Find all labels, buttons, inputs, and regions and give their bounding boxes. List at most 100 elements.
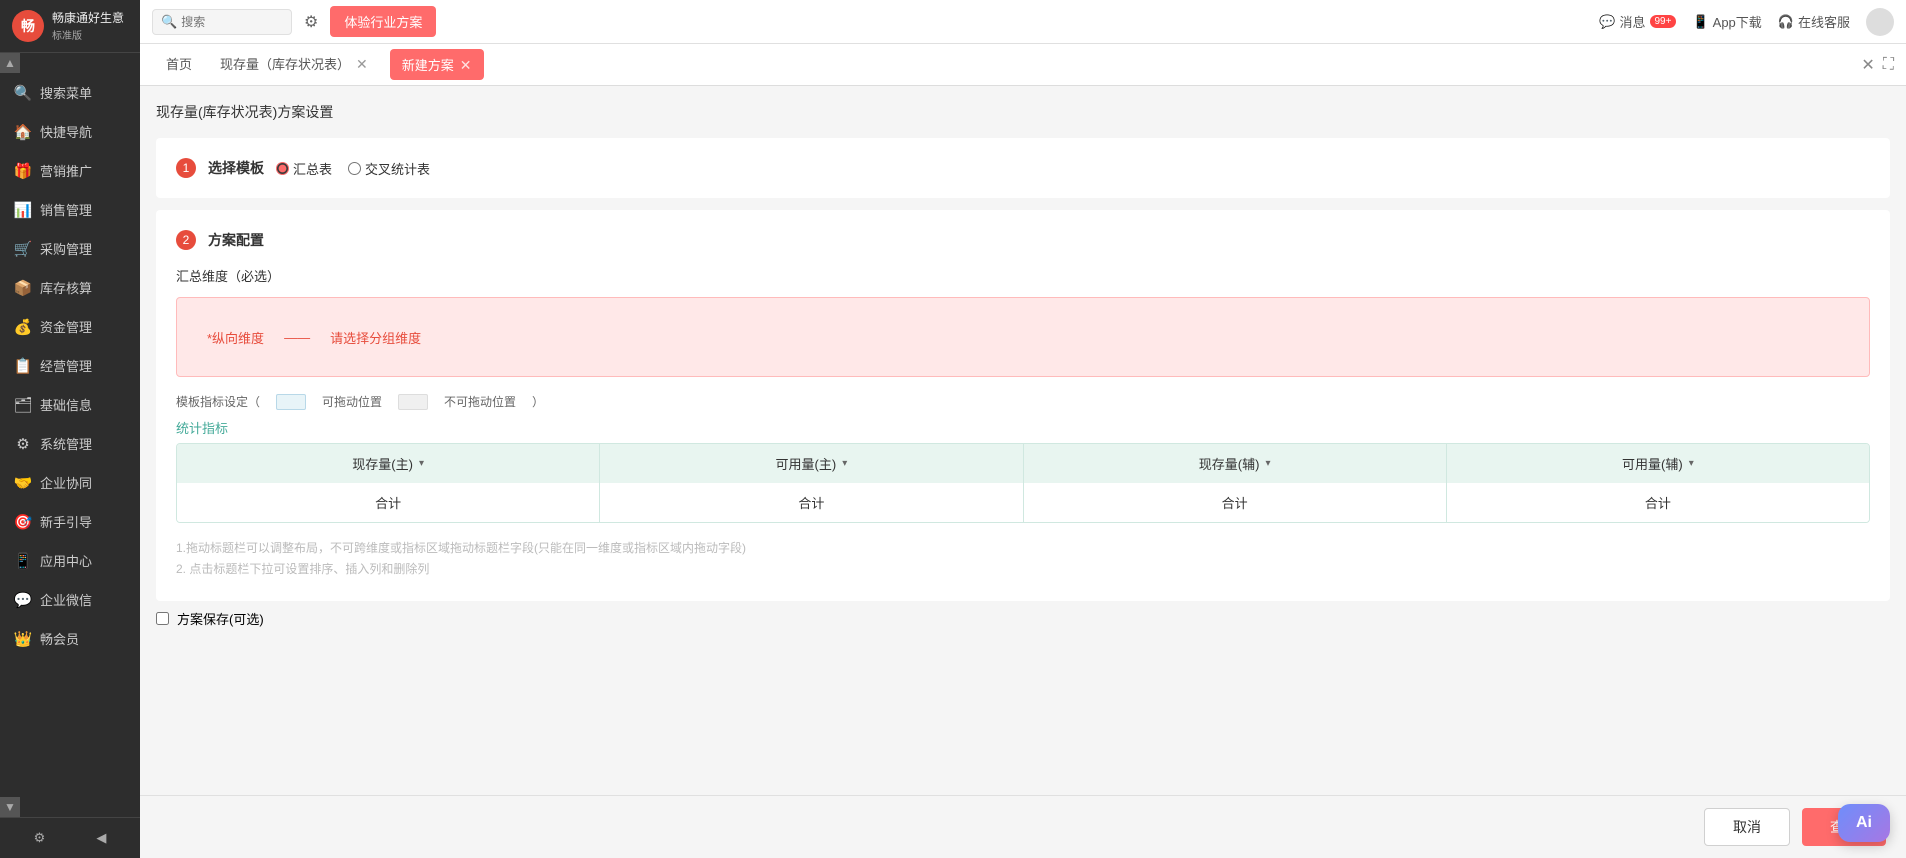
sidebar-item-member[interactable]: 👑 畅会员 <box>0 619 140 658</box>
hints-section: 1.拖动标题栏可以调整布局，不可跨维度或指标区域拖动标题栏字段(只能在同一维度或… <box>176 539 1870 577</box>
step2-number: 2 <box>176 230 196 250</box>
tab-new-plan[interactable]: 新建方案 ✕ <box>390 49 484 80</box>
user-avatar[interactable] <box>1866 8 1894 36</box>
stats-table: 现存量(主) ▾ 可用量(主) ▾ 现存量(辅) ▾ 可用量(辅) ▾ <box>176 443 1870 523</box>
col-header-available-main[interactable]: 可用量(主) ▾ <box>600 444 1023 483</box>
sales-icon: 📊 <box>14 201 32 219</box>
col-header-current-main[interactable]: 现存量(主) ▾ <box>177 444 600 483</box>
chevron-down-icon: ▾ <box>842 458 847 469</box>
save-scheme-label: 方案保存(可选) <box>177 609 264 628</box>
sidebar-item-finance[interactable]: 💰 资金管理 <box>0 307 140 346</box>
search-input[interactable] <box>181 15 281 29</box>
hint-2: 2. 点击标题栏下拉可设置排序、插入列和删除列 <box>176 560 1870 577</box>
app-logo-icon: 畅 <box>12 10 44 42</box>
save-scheme-row: 方案保存(可选) <box>156 609 1890 628</box>
message-badge[interactable]: 💬 消息 99+ <box>1599 12 1676 31</box>
radio-summary-input[interactable] <box>276 162 289 175</box>
step1-row: 1 选择模板 汇总表 交叉统计表 <box>176 158 1870 178</box>
sidebar-item-search[interactable]: 🔍 搜索菜单 <box>0 73 140 112</box>
sidebar-item-wechat[interactable]: 💬 企业微信 <box>0 580 140 619</box>
save-scheme-checkbox[interactable] <box>156 612 169 625</box>
chevron-down-icon: ▾ <box>1689 458 1694 469</box>
settings-bottom-btn[interactable]: ⚙ <box>26 826 54 850</box>
search-icon: 🔍 <box>14 84 32 102</box>
tab-home[interactable]: 首页 <box>152 44 206 85</box>
sidebar-nav: 🔍 搜索菜单 🏠 快捷导航 🎁 营销推广 📊 销售管理 🛒 采购管理 📦 库存核… <box>0 73 140 797</box>
chevron-down-icon: ▾ <box>1265 458 1270 469</box>
stats-table-header: 现存量(主) ▾ 可用量(主) ▾ 现存量(辅) ▾ 可用量(辅) ▾ <box>177 444 1869 483</box>
download-icon: 📱 <box>1692 14 1708 30</box>
sidebar-item-sales[interactable]: 📊 销售管理 <box>0 190 140 229</box>
step2-card: 2 方案配置 汇总维度（必选） *纵向维度 —— 请选择分组维度 模板指标设定（… <box>156 210 1890 601</box>
chevron-down-icon: ▾ <box>419 458 424 469</box>
not-draggable-legend-box <box>398 394 428 410</box>
dim-dash: —— <box>284 330 310 345</box>
topbar-left: 🔍 ⚙ 体验行业方案 <box>152 6 436 37</box>
sidebar-item-shortcuts[interactable]: 🏠 快捷导航 <box>0 112 140 151</box>
app-name: 畅康通好生意 <box>52 10 124 27</box>
page-title: 现存量(库存状况表)方案设置 <box>156 102 1890 122</box>
col-header-current-aux[interactable]: 现存量(辅) ▾ <box>1024 444 1447 483</box>
sidebar-item-basic[interactable]: 🗂 基础信息 <box>0 385 140 424</box>
stats-section-title: 统计指标 <box>176 418 1870 437</box>
sidebar: 畅 畅康通好生意 标准版 ▲ 🔍 搜索菜单 🏠 快捷导航 🎁 营销推广 📊 销售… <box>0 0 140 858</box>
cancel-button[interactable]: 取消 <box>1704 808 1790 846</box>
ai-float-button[interactable]: Ai <box>1838 804 1890 842</box>
sidebar-item-operations[interactable]: 📋 经营管理 <box>0 346 140 385</box>
operations-icon: 📋 <box>14 357 32 375</box>
app-download-link[interactable]: 📱 App下载 <box>1692 12 1761 31</box>
dimension-box[interactable]: *纵向维度 —— 请选择分组维度 <box>176 297 1870 377</box>
col-body-current-main: 合计 <box>177 483 600 522</box>
draggable-label: 可拖动位置 <box>322 393 382 410</box>
draggable-legend-box <box>276 394 306 410</box>
member-icon: 👑 <box>14 630 32 648</box>
col-body-available-aux: 合计 <box>1447 483 1869 522</box>
radio-summary[interactable]: 汇总表 <box>276 159 332 178</box>
sidebar-item-inventory[interactable]: 📦 库存核算 <box>0 268 140 307</box>
legend-close: ） <box>532 393 544 410</box>
hint-1: 1.拖动标题栏可以调整布局，不可跨维度或指标区域拖动标题栏字段(只能在同一维度或… <box>176 539 1870 556</box>
sidebar-item-cooperation[interactable]: 🤝 企业协同 <box>0 463 140 502</box>
message-icon: 💬 <box>1599 14 1615 30</box>
step2-title: 方案配置 <box>208 230 264 250</box>
gift-icon: 🎁 <box>14 162 32 180</box>
online-service-link[interactable]: 🎧 在线客服 <box>1778 12 1850 31</box>
indicator-legend: 模板指标设定（ 可拖动位置 不可拖动位置 ） <box>176 393 1870 410</box>
step2-row: 2 方案配置 <box>176 230 1870 250</box>
sidebar-scroll-down[interactable]: ▼ <box>0 797 20 817</box>
service-icon: 🎧 <box>1778 14 1794 30</box>
sidebar-item-marketing[interactable]: 🎁 营销推广 <box>0 151 140 190</box>
col-body-current-aux: 合计 <box>1024 483 1447 522</box>
tabs-actions: ✕ ⛶ <box>1861 55 1894 75</box>
collapse-btn[interactable]: ◀ <box>88 826 114 850</box>
stats-table-body: 合计 合计 合计 合计 <box>177 483 1869 522</box>
expand-panel-btn[interactable]: ⛶ <box>1883 55 1894 75</box>
tab-inventory-status[interactable]: 现存量（库存状况表） ✕ <box>206 44 382 85</box>
search-icon-topbar: 🔍 <box>161 14 177 30</box>
close-tab-new-plan[interactable]: ✕ <box>460 58 472 72</box>
appcenter-icon: 📱 <box>14 552 32 570</box>
topbar-right: 💬 消息 99+ 📱 App下载 🎧 在线客服 <box>1599 8 1894 36</box>
message-count: 99+ <box>1650 15 1677 28</box>
sidebar-item-appcenter[interactable]: 📱 应用中心 <box>0 541 140 580</box>
radio-cross-input[interactable] <box>348 162 361 175</box>
step1-title: 选择模板 <box>208 158 264 178</box>
col-header-available-aux[interactable]: 可用量(辅) ▾ <box>1447 444 1869 483</box>
inventory-icon: 📦 <box>14 279 32 297</box>
sidebar-logo: 畅 畅康通好生意 标准版 <box>0 0 140 53</box>
sidebar-item-newguide[interactable]: 🎯 新手引导 <box>0 502 140 541</box>
finance-icon: 💰 <box>14 318 32 336</box>
sidebar-scroll-up[interactable]: ▲ <box>0 53 20 73</box>
gear-button[interactable]: ⚙ <box>300 8 322 36</box>
radio-cross[interactable]: 交叉统计表 <box>348 159 430 178</box>
home-icon: 🏠 <box>14 123 32 141</box>
system-icon: ⚙ <box>14 435 32 453</box>
close-tab-inventory[interactable]: ✕ <box>356 57 368 71</box>
close-panel-btn[interactable]: ✕ <box>1861 55 1874 75</box>
sidebar-item-purchase[interactable]: 🛒 采购管理 <box>0 229 140 268</box>
trial-button[interactable]: 体验行业方案 <box>330 6 436 37</box>
dim-required-label: *纵向维度 <box>207 328 264 347</box>
aggregate-dim-title: 汇总维度（必选） <box>176 266 1870 285</box>
sidebar-bottom: ⚙ ◀ <box>0 817 140 858</box>
sidebar-item-system[interactable]: ⚙ 系统管理 <box>0 424 140 463</box>
